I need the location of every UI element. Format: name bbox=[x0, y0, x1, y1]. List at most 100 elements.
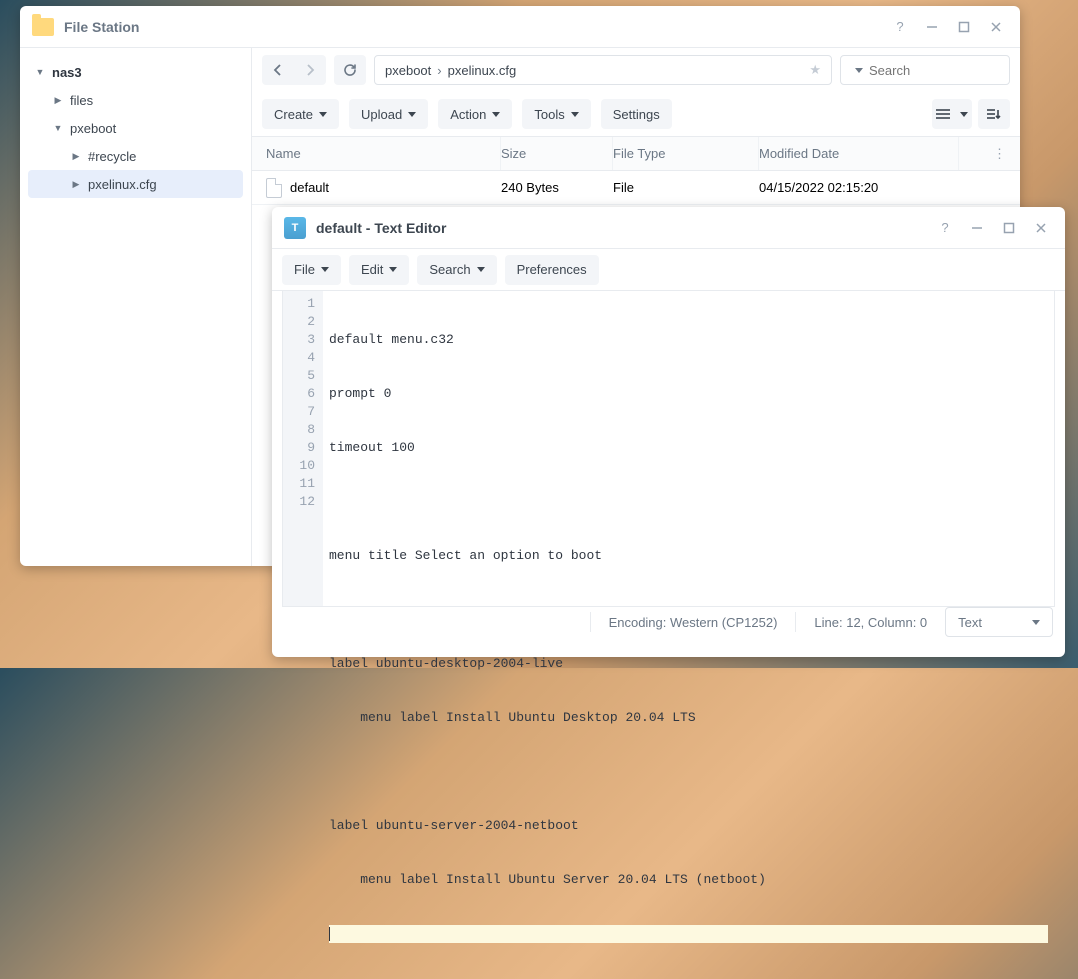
line-number: 11 bbox=[283, 475, 315, 493]
menu-label: Edit bbox=[361, 262, 383, 277]
text-editor-titlebar: T default - Text Editor ? bbox=[272, 207, 1065, 249]
table-row[interactable]: default 240 Bytes File 04/15/2022 02:15:… bbox=[252, 171, 1020, 205]
breadcrumb-crumb[interactable]: pxeboot bbox=[385, 63, 431, 78]
tree-folder-files[interactable]: ▶ files bbox=[28, 86, 243, 114]
search-field[interactable] bbox=[869, 63, 1045, 78]
col-header-size[interactable]: Size bbox=[501, 137, 613, 170]
col-header-type[interactable]: File Type bbox=[613, 137, 759, 170]
chevron-down-icon: ▼ bbox=[52, 122, 64, 134]
file-table: Name Size File Type Modified Date ⋮ defa… bbox=[252, 136, 1020, 205]
line-number: 5 bbox=[283, 367, 315, 385]
code-line: menu label Install Ubuntu Desktop 20.04 … bbox=[329, 709, 1048, 727]
tree-folder-recycle[interactable]: ▶ #recycle bbox=[28, 142, 243, 170]
line-number: 2 bbox=[283, 313, 315, 331]
search-input[interactable] bbox=[840, 55, 1010, 85]
breadcrumb: pxeboot › pxelinux.cfg ★ bbox=[374, 55, 832, 85]
button-label: Create bbox=[274, 107, 313, 122]
file-station-titlebar: File Station ? bbox=[20, 6, 1020, 48]
breadcrumb-crumb[interactable]: pxelinux.cfg bbox=[448, 63, 517, 78]
tree-label: files bbox=[70, 93, 93, 108]
upload-button[interactable]: Upload bbox=[349, 99, 428, 129]
text-editor-title: default - Text Editor bbox=[316, 220, 925, 236]
minimize-button[interactable] bbox=[965, 216, 989, 240]
button-label: Settings bbox=[613, 107, 660, 122]
code-line: default menu.c32 bbox=[329, 331, 1048, 349]
help-button[interactable]: ? bbox=[933, 216, 957, 240]
editor-body: 1 2 3 4 5 6 7 8 9 10 11 12 default menu.… bbox=[282, 291, 1055, 607]
file-tree: ▼ nas3 ▶ files ▼ pxeboot ▶ #recycle ▶ px… bbox=[20, 48, 252, 566]
settings-button[interactable]: Settings bbox=[601, 99, 672, 129]
chevron-down-icon bbox=[492, 112, 500, 117]
chevron-right-icon: ▶ bbox=[52, 94, 64, 106]
menu-label: File bbox=[294, 262, 315, 277]
text-editor-app-icon: T bbox=[284, 217, 306, 239]
line-gutter: 1 2 3 4 5 6 7 8 9 10 11 12 bbox=[283, 291, 323, 606]
file-name: default bbox=[290, 180, 329, 195]
maximize-button[interactable] bbox=[952, 15, 976, 39]
action-button[interactable]: Action bbox=[438, 99, 512, 129]
text-cursor bbox=[329, 927, 330, 941]
col-header-date[interactable]: Modified Date bbox=[759, 137, 959, 170]
file-type: File bbox=[613, 180, 759, 195]
file-icon bbox=[266, 178, 282, 198]
preferences-button[interactable]: Preferences bbox=[505, 255, 599, 285]
chevron-down-icon bbox=[855, 68, 863, 73]
tools-button[interactable]: Tools bbox=[522, 99, 590, 129]
tree-folder-pxelinux-cfg[interactable]: ▶ pxelinux.cfg bbox=[28, 170, 243, 198]
close-button[interactable] bbox=[984, 15, 1008, 39]
code-line bbox=[329, 493, 1048, 511]
nav-back-button[interactable] bbox=[262, 55, 294, 85]
chevron-down-icon bbox=[571, 112, 579, 117]
tree-label: pxelinux.cfg bbox=[88, 177, 157, 192]
line-number: 12 bbox=[283, 493, 315, 511]
sort-button[interactable] bbox=[978, 99, 1010, 129]
code-line: label ubuntu-desktop-2004-live bbox=[329, 655, 1048, 673]
line-number: 10 bbox=[283, 457, 315, 475]
editor-toolbar: File Edit Search Preferences bbox=[272, 249, 1065, 291]
maximize-button[interactable] bbox=[997, 216, 1021, 240]
line-number: 3 bbox=[283, 331, 315, 349]
button-label: Action bbox=[450, 107, 486, 122]
chevron-down-icon bbox=[477, 267, 485, 272]
tree-label: pxeboot bbox=[70, 121, 116, 136]
tree-root-nas3[interactable]: ▼ nas3 bbox=[28, 58, 243, 86]
file-station-title: File Station bbox=[64, 19, 880, 35]
tree-label: nas3 bbox=[52, 65, 82, 80]
chevron-down-icon: ▼ bbox=[34, 66, 46, 78]
create-button[interactable]: Create bbox=[262, 99, 339, 129]
line-number: 7 bbox=[283, 403, 315, 421]
file-actionbar: Create Upload Action Tools Settings bbox=[252, 92, 1020, 136]
view-list-button[interactable] bbox=[932, 99, 972, 129]
nav-forward-button[interactable] bbox=[294, 55, 326, 85]
chevron-right-icon: ▶ bbox=[70, 178, 82, 190]
code-line: menu label Install Ubuntu Server 20.04 L… bbox=[329, 871, 1048, 889]
button-label: Tools bbox=[534, 107, 564, 122]
refresh-button[interactable] bbox=[334, 55, 366, 85]
chevron-down-icon bbox=[408, 112, 416, 117]
chevron-right-icon: ▶ bbox=[70, 150, 82, 162]
code-area[interactable]: default menu.c32 prompt 0 timeout 100 me… bbox=[323, 291, 1054, 606]
file-date: 04/15/2022 02:15:20 bbox=[759, 180, 959, 195]
tree-folder-pxeboot[interactable]: ▼ pxeboot bbox=[28, 114, 243, 142]
code-line bbox=[329, 601, 1048, 619]
edit-menu[interactable]: Edit bbox=[349, 255, 409, 285]
file-toolbar: pxeboot › pxelinux.cfg ★ bbox=[252, 48, 1020, 92]
code-line bbox=[329, 925, 1048, 943]
col-header-name[interactable]: Name bbox=[266, 137, 501, 170]
chevron-down-icon bbox=[321, 267, 329, 272]
table-header: Name Size File Type Modified Date ⋮ bbox=[252, 137, 1020, 171]
minimize-button[interactable] bbox=[920, 15, 944, 39]
code-line: label ubuntu-server-2004-netboot bbox=[329, 817, 1048, 835]
text-editor-window: T default - Text Editor ? File Edit Sear… bbox=[272, 207, 1065, 657]
help-button[interactable]: ? bbox=[888, 15, 912, 39]
file-size: 240 Bytes bbox=[501, 180, 613, 195]
button-label: Upload bbox=[361, 107, 402, 122]
close-button[interactable] bbox=[1029, 216, 1053, 240]
file-menu[interactable]: File bbox=[282, 255, 341, 285]
chevron-down-icon bbox=[319, 112, 327, 117]
search-menu[interactable]: Search bbox=[417, 255, 496, 285]
chevron-right-icon: › bbox=[437, 63, 441, 78]
line-number: 8 bbox=[283, 421, 315, 439]
star-icon[interactable]: ★ bbox=[809, 62, 821, 78]
column-menu-icon[interactable]: ⋮ bbox=[993, 146, 1006, 162]
